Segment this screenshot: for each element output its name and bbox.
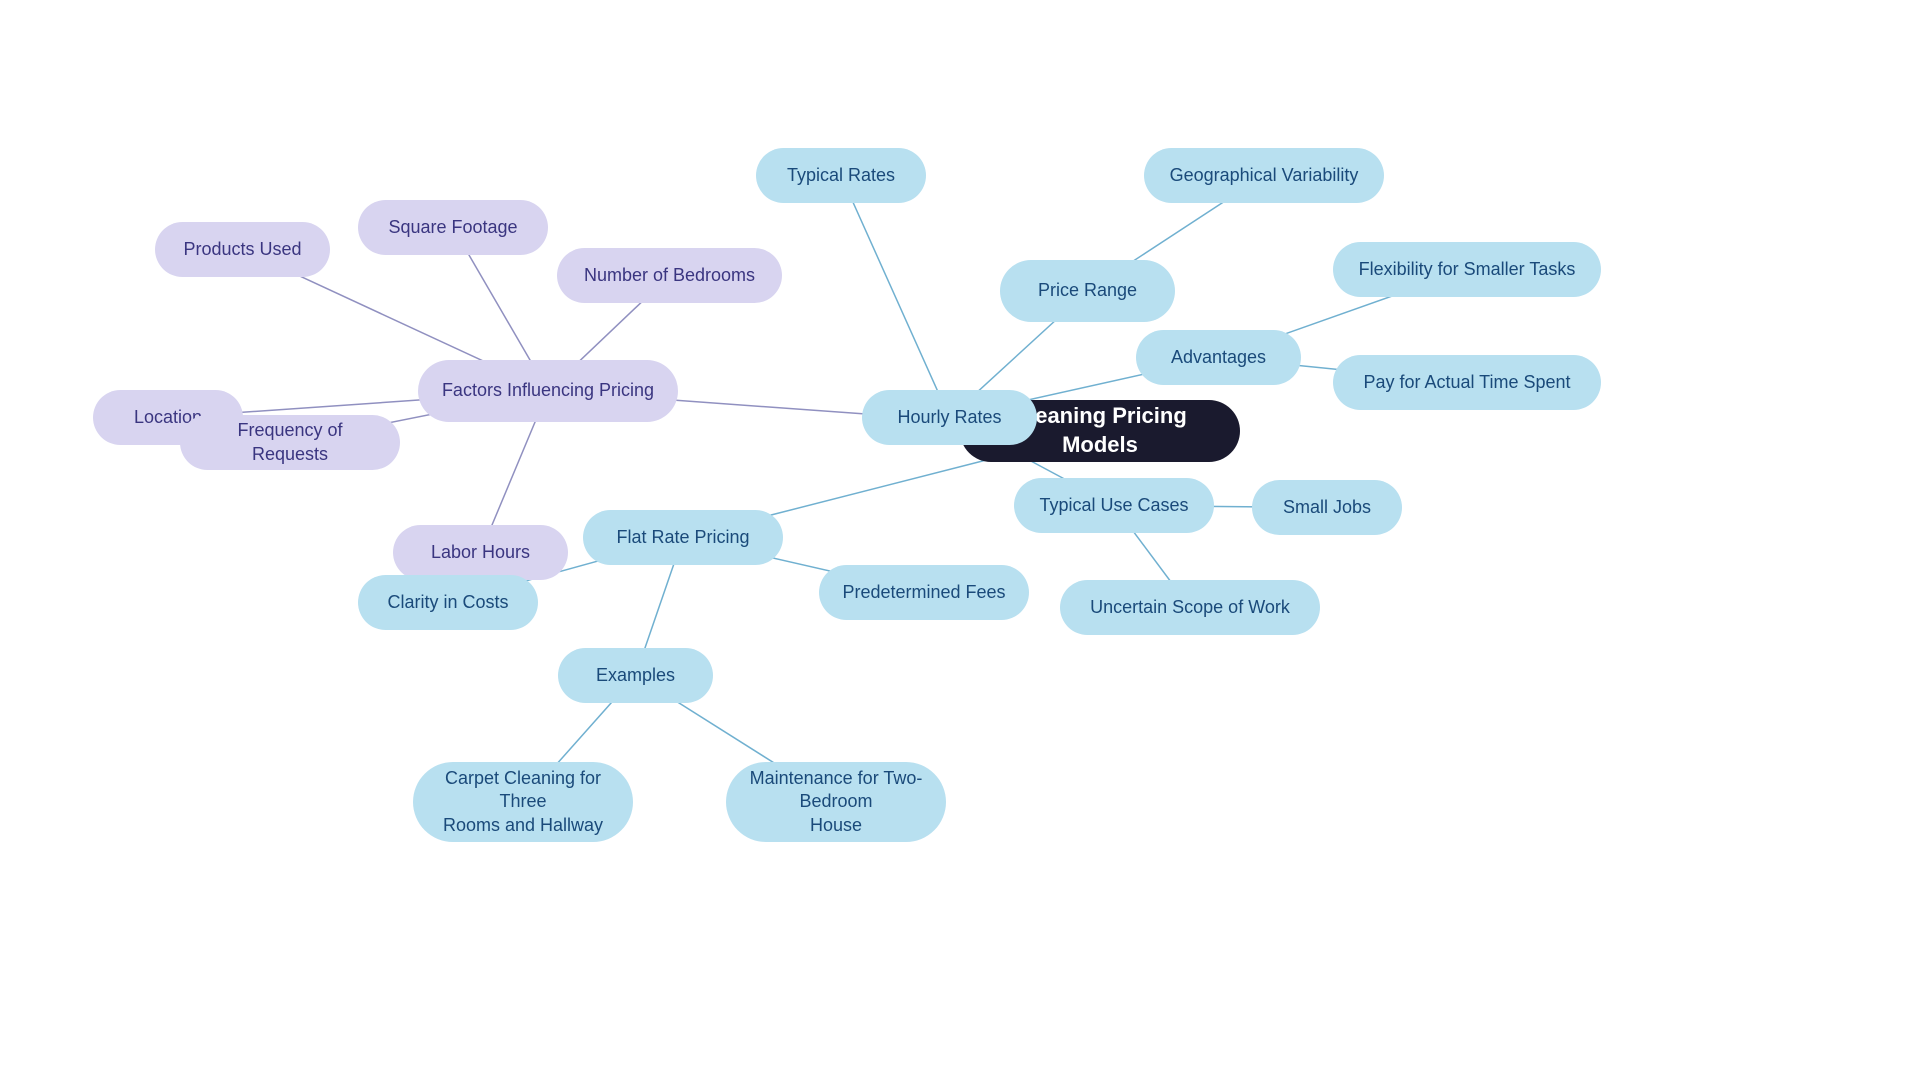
node-clarityInCosts: Clarity in Costs <box>358 575 538 630</box>
node-hourlyRates: Hourly Rates <box>862 390 1037 445</box>
node-carpetCleaning: Carpet Cleaning for ThreeRooms and Hallw… <box>413 762 633 842</box>
node-productsUsed: Products Used <box>155 222 330 277</box>
node-examples: Examples <box>558 648 713 703</box>
node-geographicalVariability: Geographical Variability <box>1144 148 1384 203</box>
node-predeterminedFees: Predetermined Fees <box>819 565 1029 620</box>
node-typicalRates: Typical Rates <box>756 148 926 203</box>
node-flatRatePricing: Flat Rate Pricing <box>583 510 783 565</box>
node-squareFootage: Square Footage <box>358 200 548 255</box>
node-typicalUseCases: Typical Use Cases <box>1014 478 1214 533</box>
mind-map-connections <box>0 0 1920 1083</box>
node-flexibilitySmallerTasks: Flexibility for Smaller Tasks <box>1333 242 1601 297</box>
node-factors: Factors Influencing Pricing <box>418 360 678 422</box>
node-payActualTime: Pay for Actual Time Spent <box>1333 355 1601 410</box>
node-maintenanceTwoBedroom: Maintenance for Two-BedroomHouse <box>726 762 946 842</box>
node-frequencyOfRequests: Frequency of Requests <box>180 415 400 470</box>
node-numberOfBedrooms: Number of Bedrooms <box>557 248 782 303</box>
node-uncertainScopeOfWork: Uncertain Scope of Work <box>1060 580 1320 635</box>
node-priceRange: Price Range <box>1000 260 1175 322</box>
node-smallJobs: Small Jobs <box>1252 480 1402 535</box>
node-laborHours: Labor Hours <box>393 525 568 580</box>
node-advantages: Advantages <box>1136 330 1301 385</box>
